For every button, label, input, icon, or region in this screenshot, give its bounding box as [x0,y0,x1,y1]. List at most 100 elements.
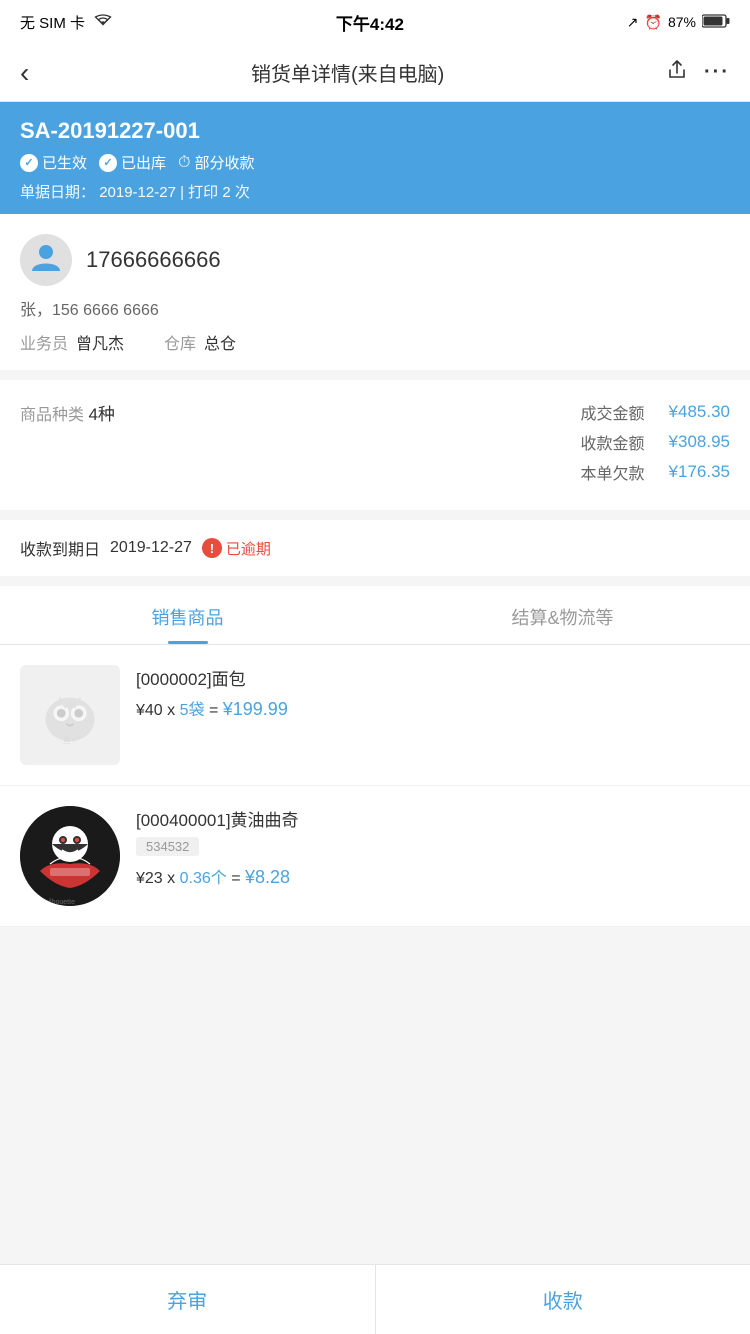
product-sku-2: 534532 [136,837,199,856]
customer-phone: 17666666666 [86,247,221,273]
check-icon-2: ✓ [99,154,117,172]
wifi-icon [93,13,113,31]
product-price-1: ¥40 x 5袋 = ¥199.99 [136,696,730,720]
collect-payment-button[interactable]: 收款 [376,1265,750,1334]
no-sim-text: 无 SIM 卡 [20,12,85,33]
more-icon[interactable]: ··· [704,61,730,84]
status-time: 下午4:42 [336,10,404,35]
battery-icon [702,14,730,31]
order-header: SA-20191227-001 ✓ 已生效 ✓ 已出库 ⏱ 部分收款 单据日期：… [0,102,750,214]
owed-row: 本单欠款 ¥176.35 [581,460,730,484]
status-partial: ⏱ 部分收款 [178,152,255,173]
avatar [20,234,72,286]
collect-payment-label: 收款 [543,1285,583,1314]
due-date-value: 2019-12-27 [110,539,192,557]
tabs-row: 销售商品 结算&物流等 [0,586,750,645]
status-right: ↗ ⏰ 87% [627,14,730,31]
price-qty-1: 5袋 [180,702,205,719]
page-title: 销货单详情(来自电脑) [251,58,444,87]
products-section: 鱼+ [0000002]面包 ¥40 x 5袋 = ¥199.99 [0,645,750,927]
svg-text:silhouette: silhouette [45,899,75,906]
warehouse-label: 仓库 [164,330,196,354]
deal-amount-value: ¥485.30 [669,402,730,422]
meta-warehouse: 仓库 总仓 [164,330,236,354]
nav-left: ‹ [20,57,29,89]
product-thumbnail-2: silhouette [20,806,120,906]
check-icon-1: ✓ [20,154,38,172]
product-info-1: [0000002]面包 ¥40 x 5袋 = ¥199.99 [136,665,730,720]
price-x-2: x [167,870,179,887]
owed-label: 本单欠款 [581,460,645,484]
status-effective-label: 已生效 [42,152,87,173]
customer-section: 17666666666 张，156 6666 6666 业务员 曾凡杰 仓库 总… [0,214,750,370]
overdue-badge: ! 已逾期 [202,538,271,559]
status-shipped: ✓ 已出库 [99,152,166,173]
location-icon: ↗ [627,14,639,31]
customer-row: 17666666666 [20,234,730,286]
type-count: 4种 [88,405,114,424]
product-item: 鱼+ [0000002]面包 ¥40 x 5袋 = ¥199.99 [0,645,750,786]
price-total-2: ¥8.28 [245,867,290,887]
due-section: 收款到期日 2019-12-27 ! 已逾期 [0,520,750,576]
bottom-bar: 弃审 收款 [0,1264,750,1334]
order-status-row: ✓ 已生效 ✓ 已出库 ⏱ 部分收款 [20,152,730,173]
product-name-2: [000400001]黄油曲奇 [136,806,730,831]
nav-bar: ‹ 销货单详情(来自电脑) ··· [0,44,750,102]
order-id: SA-20191227-001 [20,118,730,144]
price-eq-2: = [231,870,245,887]
status-bar: 无 SIM 卡 下午4:42 ↗ ⏰ 87% [0,0,750,44]
cancel-audit-button[interactable]: 弃审 [0,1265,376,1334]
share-icon[interactable] [666,59,688,87]
price-unit-1: ¥40 [136,702,163,719]
deal-amount-row: 成交金额 ¥485.30 [581,400,730,424]
collected-row: 收款金额 ¥308.95 [581,430,730,454]
person-icon [28,239,64,282]
print-info: | 打印 2 次 [180,184,250,201]
status-left: 无 SIM 卡 [20,12,113,33]
product-thumbnail-1: 鱼+ [20,665,120,765]
sales-rep-label: 业务员 [20,330,68,354]
type-label: 商品种类 [20,407,84,424]
sales-rep-value: 曾凡杰 [76,330,124,354]
amount-stats: 成交金额 ¥485.30 收款金额 ¥308.95 本单欠款 ¥176.35 [581,400,730,490]
status-effective: ✓ 已生效 [20,152,87,173]
price-eq-1: = [209,702,223,719]
nav-right: ··· [666,59,730,87]
tab-settlement[interactable]: 结算&物流等 [375,586,750,644]
cancel-audit-label: 弃审 [167,1285,207,1314]
collected-label: 收款金额 [581,430,645,454]
product-info-2: [000400001]黄油曲奇 534532 ¥23 x 0.36个 = ¥8.… [136,806,730,888]
warehouse-value: 总仓 [204,330,236,354]
product-type-stat: 商品种类 4种 [20,400,115,425]
bottom-spacer [0,927,750,1007]
status-partial-label: 部分收款 [195,152,255,173]
deal-amount-label: 成交金额 [581,400,645,424]
overdue-icon: ! [202,538,222,558]
product-name-1: [0000002]面包 [136,665,730,690]
product-placeholder-1: 鱼+ [20,665,120,765]
product-item-2: silhouette [000400001]黄油曲奇 534532 ¥23 x … [0,786,750,927]
order-date: 2019-12-27 [99,184,176,201]
alarm-icon: ⏰ [645,14,662,31]
price-unit-2: ¥23 [136,870,163,887]
due-date-label: 收款到期日 [20,536,100,560]
order-date-row: 单据日期： 2019-12-27 | 打印 2 次 [20,181,730,202]
overdue-label: 已逾期 [226,538,271,559]
collected-value: ¥308.95 [669,432,730,452]
tab-products[interactable]: 销售商品 [0,586,375,644]
clock-icon: ⏱ [178,154,190,172]
tabs-section: 销售商品 结算&物流等 [0,586,750,645]
price-x-1: x [167,702,179,719]
meta-sales-rep: 业务员 曾凡杰 [20,330,124,354]
product-price-2: ¥23 x 0.36个 = ¥8.28 [136,864,730,888]
price-qty-2: 0.36个 [180,870,227,887]
svg-text:鱼+: 鱼+ [63,735,76,745]
customer-name-phone: 张，156 6666 6666 [20,296,730,320]
customer-meta: 业务员 曾凡杰 仓库 总仓 [20,330,730,354]
stats-section: 商品种类 4种 成交金额 ¥485.30 收款金额 ¥308.95 本单欠款 ¥… [0,380,750,510]
status-shipped-label: 已出库 [121,152,166,173]
back-button[interactable]: ‹ [20,57,29,89]
owed-value: ¥176.35 [669,462,730,482]
date-label: 单据日期： [20,184,95,201]
price-total-1: ¥199.99 [223,699,288,719]
